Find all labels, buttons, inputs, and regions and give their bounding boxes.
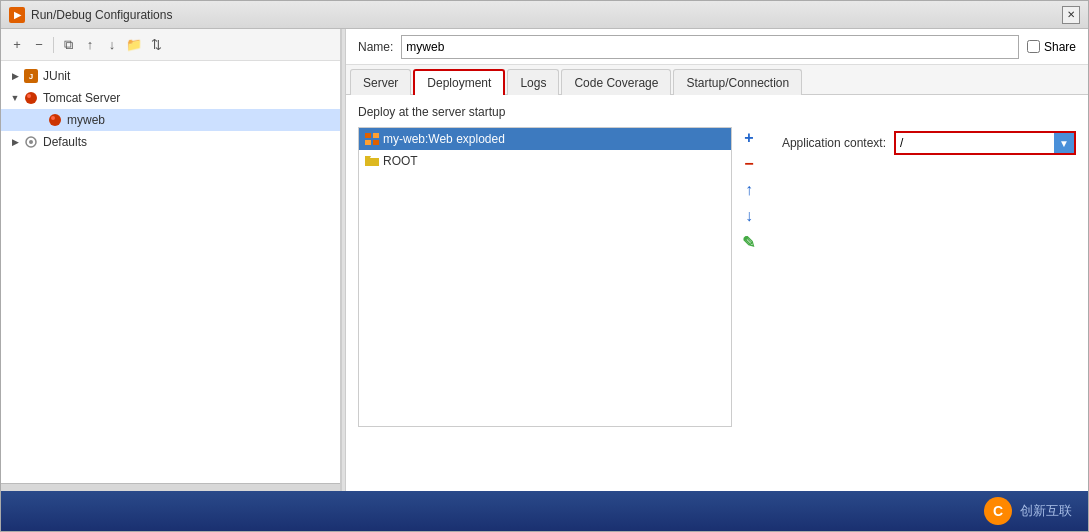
- tree-item-junit[interactable]: ▶ J JUnit: [1, 65, 340, 87]
- junit-icon: J: [23, 68, 39, 84]
- sort-button[interactable]: ⇅: [146, 35, 166, 55]
- defaults-icon: [23, 134, 39, 150]
- remove-config-button[interactable]: −: [29, 35, 49, 55]
- defaults-toggle-icon: ▶: [9, 136, 21, 148]
- title-bar: ▶ Run/Debug Configurations ✕: [1, 1, 1088, 29]
- deploy-list: my-web:Web exploded ROOT: [358, 127, 732, 427]
- window-icon: ▶: [9, 7, 25, 23]
- app-context-area: Application context: ▼: [766, 127, 1076, 481]
- share-checkbox[interactable]: [1027, 40, 1040, 53]
- tree-item-defaults[interactable]: ▶ Defaults: [1, 131, 340, 153]
- svg-rect-8: [365, 140, 371, 145]
- deployment-content: Deploy at the server startup: [346, 95, 1088, 491]
- tomcat-icon: [23, 90, 39, 106]
- close-button[interactable]: ✕: [1062, 6, 1080, 24]
- artifact-icon: [365, 132, 379, 146]
- deploy-area: my-web:Web exploded ROOT: [358, 127, 1076, 481]
- svg-point-3: [51, 116, 55, 120]
- copy-config-button[interactable]: ⧉: [58, 35, 78, 55]
- app-context-dropdown-btn[interactable]: ▼: [1054, 133, 1074, 153]
- name-label: Name:: [358, 40, 393, 54]
- title-bar-left: ▶ Run/Debug Configurations: [9, 7, 172, 23]
- junit-toggle-icon: ▶: [9, 70, 21, 82]
- junit-label: JUnit: [43, 69, 70, 83]
- folder-icon: [365, 154, 379, 168]
- tab-logs[interactable]: Logs: [507, 69, 559, 95]
- deploy-remove-button[interactable]: −: [738, 153, 760, 175]
- folder-button[interactable]: 📁: [124, 35, 144, 55]
- svg-point-5: [29, 140, 33, 144]
- deploy-section-label: Deploy at the server startup: [358, 105, 1076, 119]
- deploy-item-myweb-label: my-web:Web exploded: [383, 132, 505, 146]
- tree-item-myweb[interactable]: myweb: [1, 109, 340, 131]
- deploy-item-root-label: ROOT: [383, 154, 418, 168]
- window-title: Run/Debug Configurations: [31, 8, 172, 22]
- defaults-label: Defaults: [43, 135, 87, 149]
- svg-rect-6: [365, 133, 371, 138]
- left-toolbar: + − ⧉ ↑ ↓ 📁 ⇅: [1, 29, 340, 61]
- name-input[interactable]: [401, 35, 1019, 59]
- tomcat-label: Tomcat Server: [43, 91, 120, 105]
- deploy-add-button[interactable]: +: [738, 127, 760, 149]
- tomcat-toggle-icon: ▼: [9, 92, 21, 104]
- left-panel-resize: [1, 483, 340, 491]
- watermark: C 创新互联: [984, 497, 1072, 525]
- add-config-button[interactable]: +: [7, 35, 27, 55]
- watermark-logo: C: [984, 497, 1012, 525]
- deploy-down-button[interactable]: ↓: [738, 205, 760, 227]
- share-label: Share: [1044, 40, 1076, 54]
- deploy-item-myweb[interactable]: my-web:Web exploded: [359, 128, 731, 150]
- bottom-bar: C 创新互联: [1, 491, 1088, 531]
- myweb-icon: [47, 112, 63, 128]
- deploy-buttons: + − ↑ ↓ ✎: [732, 127, 766, 481]
- toolbar-separator-1: [53, 37, 54, 53]
- app-context-label: Application context:: [782, 136, 886, 150]
- myweb-label: myweb: [67, 113, 105, 127]
- run-debug-window: ▶ Run/Debug Configurations ✕ + − ⧉ ↑ ↓ 📁…: [0, 0, 1089, 532]
- tab-coverage[interactable]: Code Coverage: [561, 69, 671, 95]
- watermark-text: 创新互联: [1020, 502, 1072, 520]
- svg-point-0: [25, 92, 37, 104]
- tab-startup[interactable]: Startup/Connection: [673, 69, 802, 95]
- app-context-combo: ▼: [894, 131, 1076, 155]
- svg-point-1: [27, 94, 31, 98]
- move-down-button[interactable]: ↓: [102, 35, 122, 55]
- left-panel: + − ⧉ ↑ ↓ 📁 ⇅ ▶ J JUnit: [1, 29, 341, 491]
- tab-server[interactable]: Server: [350, 69, 411, 95]
- main-content: + − ⧉ ↑ ↓ 📁 ⇅ ▶ J JUnit: [1, 29, 1088, 491]
- deploy-up-button[interactable]: ↑: [738, 179, 760, 201]
- move-up-button[interactable]: ↑: [80, 35, 100, 55]
- config-tree: ▶ J JUnit ▼ Tomcat Server: [1, 61, 340, 483]
- share-area: Share: [1027, 40, 1076, 54]
- svg-rect-9: [373, 140, 379, 145]
- right-panel: Name: Share Server Deployment Logs: [346, 29, 1088, 491]
- deploy-item-root[interactable]: ROOT: [359, 150, 731, 172]
- app-context-input[interactable]: [896, 133, 1054, 153]
- deploy-edit-button[interactable]: ✎: [738, 231, 760, 253]
- svg-rect-7: [373, 133, 379, 138]
- svg-point-2: [49, 114, 61, 126]
- tree-item-tomcat[interactable]: ▼ Tomcat Server: [1, 87, 340, 109]
- tab-deployment[interactable]: Deployment: [413, 69, 505, 95]
- app-context-row: Application context: ▼: [782, 131, 1076, 155]
- tabs-bar: Server Deployment Logs Code Coverage Sta…: [346, 65, 1088, 95]
- name-row: Name: Share: [346, 29, 1088, 65]
